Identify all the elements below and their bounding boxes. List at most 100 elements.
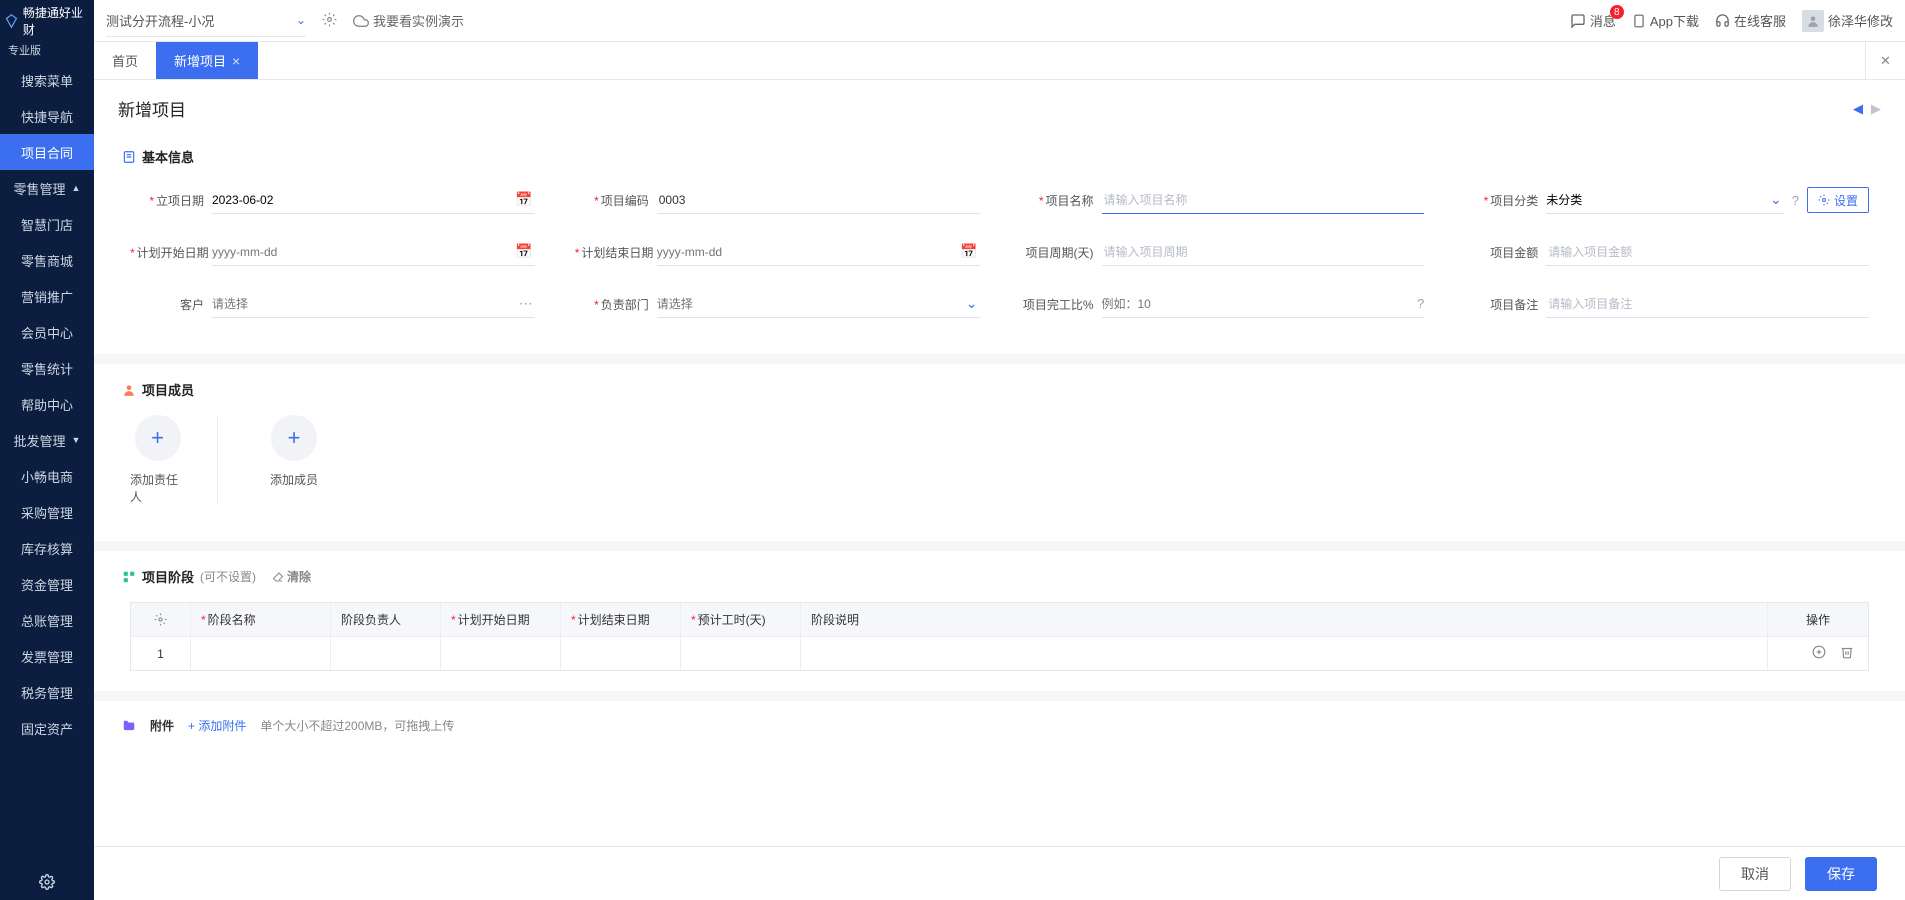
proj-cat-select[interactable] (1546, 193, 1768, 207)
trash-icon (1840, 645, 1854, 659)
field-proj-code: *项目编码 (575, 186, 980, 214)
calendar-icon[interactable]: 📅 (958, 243, 979, 260)
sidebar-settings-button[interactable] (0, 864, 94, 900)
create-date-input[interactable] (212, 193, 513, 207)
help-icon[interactable]: ? (1792, 193, 1799, 208)
sidebar-item-wholesale[interactable]: 批发管理▼ (0, 422, 94, 458)
done-pct-input[interactable] (1102, 297, 1418, 311)
stage-table: *阶段名称 阶段负责人 *计划开始日期 *计划结束日期 *预计工时(天) 阶段说… (130, 602, 1869, 671)
prev-record-button[interactable]: ◀ (1853, 101, 1863, 117)
tab-label: 新增项目 (174, 51, 226, 70)
demo-link[interactable]: 我要看实例演示 (353, 11, 464, 30)
next-record-button[interactable]: ▶ (1871, 101, 1881, 117)
sidebar-item-marketing[interactable]: 营销推广 (0, 278, 94, 314)
close-all-tabs-button[interactable]: ✕ (1865, 42, 1905, 79)
clear-stages-button[interactable]: 清除 (272, 568, 311, 585)
sidebar-item-ledger[interactable]: 总账管理 (0, 602, 94, 638)
add-member-slot: + 添加成员 (250, 415, 338, 505)
add-member-button[interactable]: + (271, 415, 317, 461)
plan-end-input[interactable] (657, 245, 958, 259)
gear-icon (1818, 194, 1830, 206)
avatar-icon (1802, 10, 1824, 32)
sidebar-item-inventory[interactable]: 库存核算 (0, 530, 94, 566)
cell-stage-plan-end[interactable] (561, 637, 681, 670)
calendar-icon[interactable]: 📅 (513, 191, 534, 208)
account-settings-button[interactable] (322, 12, 337, 30)
section-members-header: 项目成员 (110, 372, 1889, 407)
sidebar-item-project-contract[interactable]: 项目合同 (0, 134, 94, 170)
sidebar-item-retail-mgmt[interactable]: 零售管理▲ (0, 170, 94, 206)
sidebar-quicknav[interactable]: 快捷导航 (0, 98, 94, 134)
tabs: 首页 新增项目 × ✕ (94, 42, 1905, 80)
calendar-icon[interactable]: 📅 (513, 243, 534, 260)
gear-icon (154, 613, 167, 626)
cancel-button[interactable]: 取消 (1719, 857, 1791, 891)
settings-button[interactable]: 设置 (1807, 187, 1869, 213)
messages-button[interactable]: 消息 8 (1570, 11, 1616, 30)
remark-input[interactable] (1546, 290, 1869, 318)
sidebar-item-help-center[interactable]: 帮助中心 (0, 386, 94, 422)
cell-stage-name[interactable] (191, 637, 331, 670)
user-name: 徐泽华修改 (1828, 11, 1893, 30)
sidebar-item-invoice[interactable]: 发票管理 (0, 638, 94, 674)
sidebar-item-fixed-asset[interactable]: 固定资产 (0, 710, 94, 746)
online-service-button[interactable]: 在线客服 (1715, 11, 1786, 30)
cell-stage-owner[interactable] (331, 637, 441, 670)
sidebar-item-smart-store[interactable]: 智慧门店 (0, 206, 94, 242)
stage-optional-hint: (可不设置) (200, 568, 256, 585)
plan-start-input[interactable] (212, 245, 513, 259)
field-period: 项目周期(天) (1020, 238, 1425, 266)
proj-name-input[interactable] (1102, 186, 1425, 214)
sidebar-item-funds[interactable]: 资金管理 (0, 566, 94, 602)
add-owner-button[interactable]: + (135, 415, 181, 461)
section-attachment: 附件 + 添加附件 单个大小不超过200MB，可拖拽上传 (110, 709, 1889, 758)
close-icon[interactable]: × (232, 54, 240, 68)
dept-select[interactable] (657, 297, 964, 311)
stage-table-row: 1 (131, 636, 1868, 670)
app-download-button[interactable]: App下载 (1632, 11, 1699, 30)
field-proj-name: *项目名称 (1020, 186, 1425, 214)
section-stage: 项目阶段 (可不设置) 清除 *阶段名称 阶段负责人 *计划开始日期 (110, 559, 1889, 671)
save-button[interactable]: 保存 (1805, 857, 1877, 891)
add-attachment-button[interactable]: + 添加附件 (188, 717, 246, 734)
period-input[interactable] (1102, 238, 1425, 266)
field-customer: 客户 ⋯ (130, 290, 535, 318)
tab-home[interactable]: 首页 (94, 42, 156, 79)
section-basic-title: 基本信息 (142, 147, 194, 166)
help-icon[interactable]: ? (1417, 296, 1424, 311)
add-member-label: 添加成员 (270, 471, 318, 488)
cell-stage-desc[interactable] (801, 637, 1768, 670)
logo-text: 畅捷通好业财 (23, 4, 90, 38)
cell-stage-plan-start[interactable] (441, 637, 561, 670)
page-title: 新增项目 (118, 96, 186, 121)
sidebar-search[interactable]: 搜索菜单 (0, 62, 94, 98)
user-menu[interactable]: 徐泽华修改 (1802, 10, 1893, 32)
more-icon[interactable]: ⋯ (517, 295, 535, 312)
chevron-down-icon[interactable]: ⌄ (1768, 191, 1784, 208)
cell-stage-est-hours[interactable] (681, 637, 801, 670)
field-remark: 项目备注 (1464, 290, 1869, 318)
diamond-logo-icon (4, 13, 19, 29)
account-select[interactable]: 测试分开流程-小况 ⌄ (106, 5, 306, 37)
add-owner-label: 添加责任人 (130, 471, 185, 505)
chevron-down-icon[interactable]: ⌄ (964, 295, 980, 312)
people-icon (122, 383, 136, 397)
add-row-button[interactable] (1812, 645, 1826, 662)
amount-input[interactable] (1546, 238, 1869, 266)
tab-new-project[interactable]: 新增项目 × (156, 42, 258, 79)
sidebar: 畅捷通好业财 专业版 搜索菜单 快捷导航 项目合同 零售管理▲ 智慧门店 零售商… (0, 0, 94, 900)
sidebar-item-purchase[interactable]: 采购管理 (0, 494, 94, 530)
gear-icon (322, 12, 337, 27)
sidebar-item-member[interactable]: 会员中心 (0, 314, 94, 350)
proj-code-input[interactable] (657, 186, 980, 214)
sidebar-item-retail-stats[interactable]: 零售统计 (0, 350, 94, 386)
sidebar-item-retail-mall[interactable]: 零售商城 (0, 242, 94, 278)
sidebar-item-ecommerce[interactable]: 小畅电商 (0, 458, 94, 494)
delete-row-button[interactable] (1840, 645, 1854, 662)
plus-circle-icon (1812, 645, 1826, 659)
cell-stage-ops (1768, 637, 1868, 670)
customer-select[interactable] (212, 297, 517, 311)
folder-icon (122, 719, 136, 733)
col-gear[interactable] (131, 603, 191, 636)
sidebar-item-tax[interactable]: 税务管理 (0, 674, 94, 710)
